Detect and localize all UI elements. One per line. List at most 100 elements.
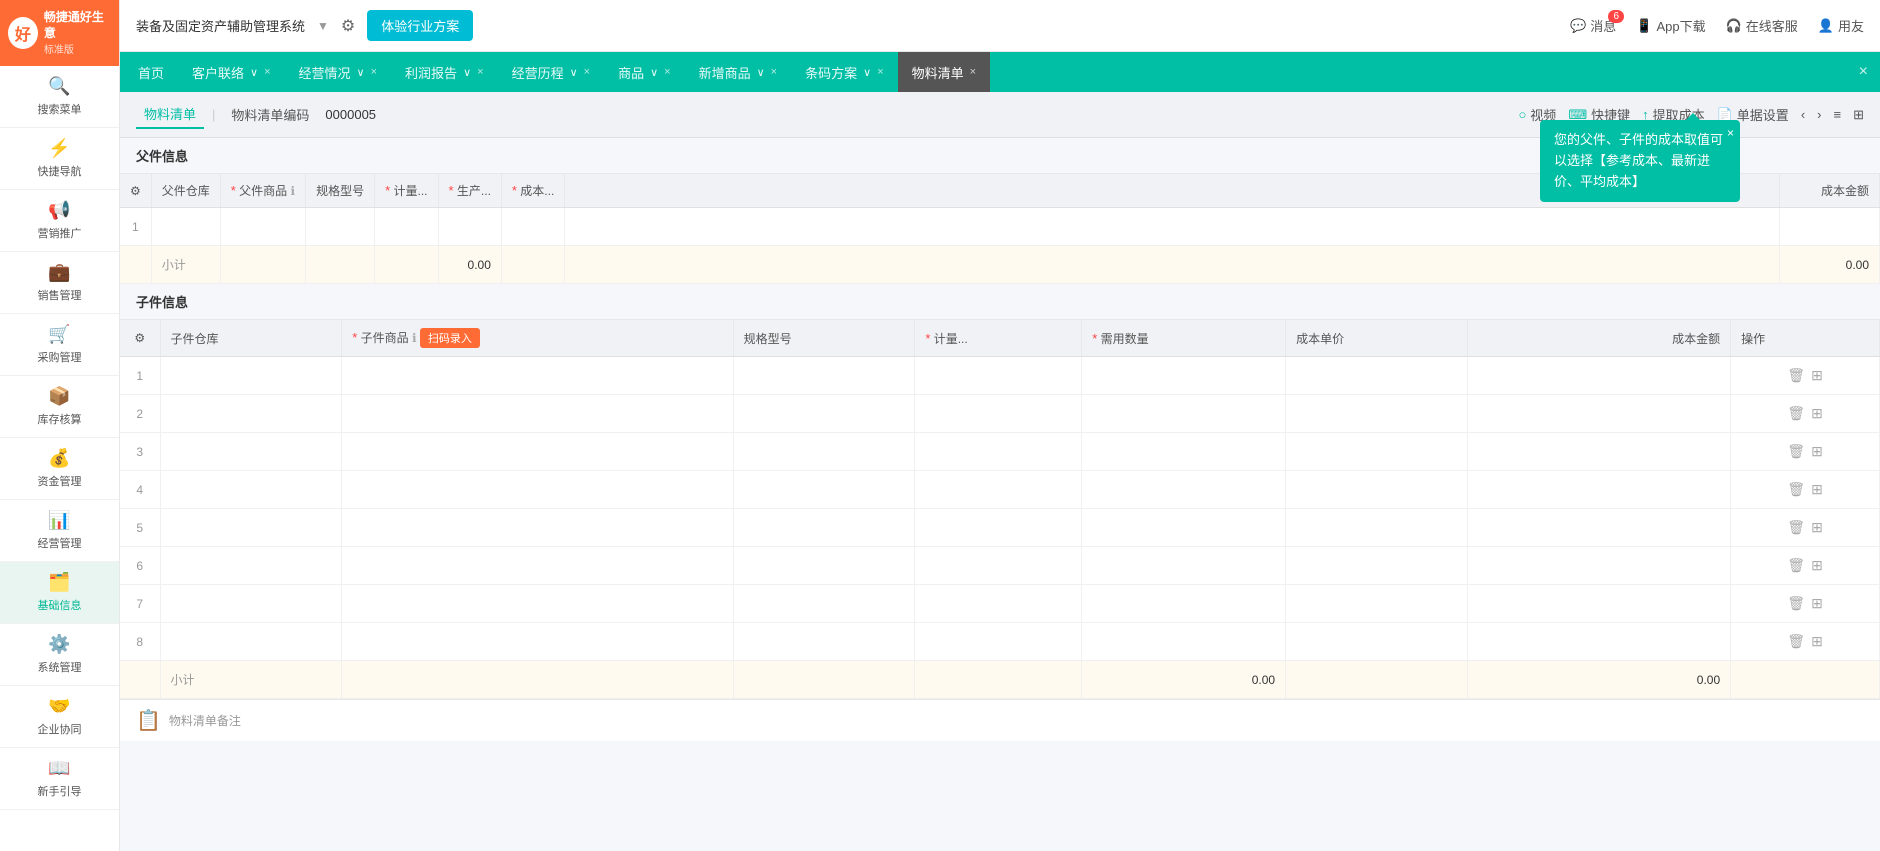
child-row-5-quantity[interactable]	[1082, 509, 1286, 547]
child-row-7-goods[interactable]	[342, 585, 733, 623]
child-row-6-spec[interactable]	[733, 547, 915, 585]
topbar-dropdown-arrow[interactable]: ▼	[317, 19, 329, 33]
child-row-1-quantity[interactable]	[1082, 357, 1286, 395]
child-row-8-unit[interactable]	[915, 623, 1082, 661]
tab-add-goods-close[interactable]: ×	[771, 66, 777, 78]
child-row-3-goods[interactable]	[342, 433, 733, 471]
child-row-7-quantity[interactable]	[1082, 585, 1286, 623]
child-row-4-spec[interactable]	[733, 471, 915, 509]
child-row-5-goods[interactable]	[342, 509, 733, 547]
child-row-6-quantity[interactable]	[1082, 547, 1286, 585]
child-row-6-goods[interactable]	[342, 547, 733, 585]
sidebar-item-operations[interactable]: 📊 经营管理	[0, 500, 119, 562]
delete-icon[interactable]: 🗑	[1787, 633, 1805, 650]
tab-home[interactable]: 首页	[124, 52, 178, 92]
child-row-4-unit[interactable]	[915, 471, 1082, 509]
nav-close-all-button[interactable]: ×	[1851, 63, 1876, 81]
child-row-3-warehouse[interactable]	[160, 433, 342, 471]
child-row-8-unit-price[interactable]	[1286, 623, 1468, 661]
trial-button[interactable]: 体验行业方案	[367, 10, 473, 41]
copy-icon[interactable]: ⊞	[1811, 595, 1823, 612]
child-row-3-unit-price[interactable]	[1286, 433, 1468, 471]
child-row-2-quantity[interactable]	[1082, 395, 1286, 433]
user-menu-button[interactable]: 👤 用友	[1818, 16, 1864, 35]
subnav-bom-list[interactable]: 物料清单	[136, 100, 204, 129]
child-row-7-spec[interactable]	[733, 585, 915, 623]
child-row-2-goods[interactable]	[342, 395, 733, 433]
sidebar-item-inventory[interactable]: 📦 库存核算	[0, 376, 119, 438]
message-button[interactable]: 💬 消息 6	[1570, 16, 1616, 35]
child-row-3-quantity[interactable]	[1082, 433, 1286, 471]
copy-icon[interactable]: ⊞	[1811, 633, 1823, 650]
child-row-8-spec[interactable]	[733, 623, 915, 661]
sidebar-item-marketing[interactable]: 📢 营销推广	[0, 190, 119, 252]
child-row-3-unit[interactable]	[915, 433, 1082, 471]
tab-bom[interactable]: 物料清单 ×	[898, 52, 990, 92]
child-row-5-spec[interactable]	[733, 509, 915, 547]
app-download-button[interactable]: 📱 App下载	[1636, 16, 1705, 35]
child-row-4-quantity[interactable]	[1082, 471, 1286, 509]
tab-customer-close[interactable]: ×	[264, 66, 270, 78]
child-row-2-spec[interactable]	[733, 395, 915, 433]
sidebar-item-purchase[interactable]: 🛒 采购管理	[0, 314, 119, 376]
child-row-8-goods[interactable]	[342, 623, 733, 661]
child-row-6-unit[interactable]	[915, 547, 1082, 585]
scan-input-button[interactable]: 扫码录入	[420, 328, 480, 348]
tab-history-close[interactable]: ×	[584, 66, 590, 78]
child-row-1-warehouse[interactable]	[160, 357, 342, 395]
child-row-1-spec[interactable]	[733, 357, 915, 395]
child-row-7-unit[interactable]	[915, 585, 1082, 623]
copy-icon[interactable]: ⊞	[1811, 367, 1823, 384]
tab-goods-close[interactable]: ×	[664, 66, 670, 78]
child-row-8-quantity[interactable]	[1082, 623, 1286, 661]
tab-add-goods[interactable]: 新增商品 ∨ ×	[685, 52, 792, 92]
sidebar-item-finance[interactable]: 💰 资金管理	[0, 438, 119, 500]
sidebar-item-system[interactable]: ⚙️ 系统管理	[0, 624, 119, 686]
child-row-6-unit-price[interactable]	[1286, 547, 1468, 585]
child-row-4-unit-price[interactable]	[1286, 471, 1468, 509]
tab-profit-close[interactable]: ×	[477, 66, 483, 78]
copy-icon[interactable]: ⊞	[1811, 405, 1823, 422]
parent-row-1-goods[interactable]	[220, 208, 305, 246]
child-row-2-unit-price[interactable]	[1286, 395, 1468, 433]
child-row-5-unit-price[interactable]	[1286, 509, 1468, 547]
nav-prev-button[interactable]: ‹	[1801, 107, 1805, 122]
tab-goods[interactable]: 商品 ∨ ×	[604, 52, 685, 92]
tab-operations[interactable]: 经营情况 ∨ ×	[285, 52, 392, 92]
child-row-4-goods[interactable]	[342, 471, 733, 509]
delete-icon[interactable]: 🗑	[1787, 405, 1805, 422]
sidebar-item-enterprise[interactable]: 🤝 企业协同	[0, 686, 119, 748]
child-row-1-unit[interactable]	[915, 357, 1082, 395]
tab-operations-close[interactable]: ×	[371, 66, 377, 78]
child-row-2-unit[interactable]	[915, 395, 1082, 433]
child-row-5-unit[interactable]	[915, 509, 1082, 547]
copy-icon[interactable]: ⊞	[1811, 557, 1823, 574]
delete-icon[interactable]: 🗑	[1787, 443, 1805, 460]
sidebar-item-search[interactable]: 🔍 搜索菜单	[0, 66, 119, 128]
parent-row-1-unit[interactable]	[375, 208, 438, 246]
child-row-2-warehouse[interactable]	[160, 395, 342, 433]
sidebar-item-guide[interactable]: 📖 新手引导	[0, 748, 119, 810]
delete-icon[interactable]: 🗑	[1787, 519, 1805, 536]
child-row-5-warehouse[interactable]	[160, 509, 342, 547]
list-view-button[interactable]: ≡	[1834, 107, 1842, 122]
parent-row-1-cost[interactable]	[501, 208, 564, 246]
child-row-1-goods[interactable]	[342, 357, 733, 395]
tab-barcode[interactable]: 条码方案 ∨ ×	[791, 52, 898, 92]
child-row-6-warehouse[interactable]	[160, 547, 342, 585]
child-row-7-warehouse[interactable]	[160, 585, 342, 623]
sidebar-item-quick-nav[interactable]: ⚡ 快捷导航	[0, 128, 119, 190]
child-row-8-warehouse[interactable]	[160, 623, 342, 661]
copy-icon[interactable]: ⊞	[1811, 443, 1823, 460]
delete-icon[interactable]: 🗑	[1787, 557, 1805, 574]
child-row-1-unit-price[interactable]	[1286, 357, 1468, 395]
parent-row-1-spec[interactable]	[306, 208, 375, 246]
tooltip-close-button[interactable]: ×	[1727, 124, 1734, 143]
nav-next-button[interactable]: ›	[1817, 107, 1821, 122]
delete-icon[interactable]: 🗑	[1787, 595, 1805, 612]
tab-bom-close[interactable]: ×	[970, 66, 976, 78]
delete-icon[interactable]: 🗑	[1787, 367, 1805, 384]
copy-icon[interactable]: ⊞	[1811, 519, 1823, 536]
delete-icon[interactable]: 🗑	[1787, 481, 1805, 498]
tab-barcode-close[interactable]: ×	[877, 66, 883, 78]
